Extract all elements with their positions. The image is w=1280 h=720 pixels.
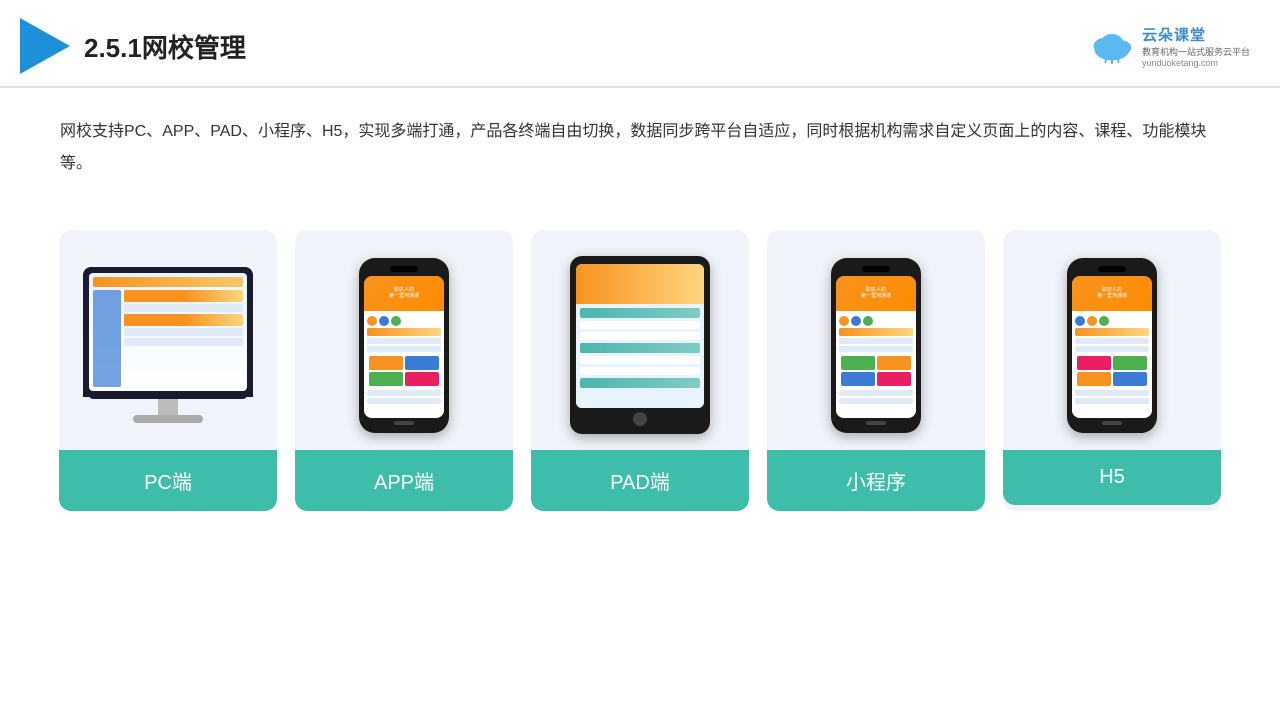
header-left: 2.5.1网校管理 — [20, 18, 246, 74]
pc-monitor-icon — [83, 267, 253, 423]
pc-card-image — [59, 230, 277, 450]
brand-logo: 云朵课堂 教育机构一站式服务云平台 yunduoketang.com — [1088, 24, 1250, 68]
brand-url: yunduoketang.com — [1142, 58, 1218, 68]
app-card-image: 职达人的第一堂沟通课 — [295, 230, 513, 450]
miniprogram-card-image: 职达人的第一堂沟通课 — [767, 230, 985, 450]
header-right: 云朵课堂 教育机构一站式服务云平台 yunduoketang.com — [1088, 24, 1250, 68]
logo-triangle-icon — [20, 18, 70, 74]
pc-card: PC端 — [59, 230, 277, 511]
app-card-label: APP端 — [295, 450, 513, 511]
cards-container: PC端 职达人的第一堂沟通课 — [0, 200, 1280, 511]
description-paragraph: 网校支持PC、APP、PAD、小程序、H5，实现多端打通，产品各终端自由切换，数… — [60, 116, 1220, 180]
app-card: 职达人的第一堂沟通课 — [295, 230, 513, 511]
pc-card-label: PC端 — [59, 450, 277, 511]
h5-card-image: 职达人的第一堂沟通课 — [1003, 230, 1221, 450]
brand-text: 云朵课堂 教育机构一站式服务云平台 yunduoketang.com — [1142, 24, 1250, 68]
pad-card-image — [531, 230, 749, 450]
page-header: 2.5.1网校管理 云朵课堂 教育机构一站式服务云平台 yunduoketang… — [0, 0, 1280, 88]
miniprogram-card-label: 小程序 — [767, 450, 985, 511]
page-title: 2.5.1网校管理 — [84, 28, 246, 65]
app-phone-icon: 职达人的第一堂沟通课 — [359, 258, 449, 433]
h5-card: 职达人的第一堂沟通课 — [1003, 230, 1221, 511]
brand-name: 云朵课堂 — [1142, 24, 1206, 45]
h5-card-label: H5 — [1003, 450, 1221, 505]
pad-card-label: PAD端 — [531, 450, 749, 511]
pad-device-icon — [570, 256, 710, 434]
h5-phone-icon: 职达人的第一堂沟通课 — [1067, 258, 1157, 433]
cloud-logo-icon — [1088, 28, 1136, 64]
description-text: 网校支持PC、APP、PAD、小程序、H5，实现多端打通，产品各终端自由切换，数… — [0, 88, 1280, 190]
pad-card: PAD端 — [531, 230, 749, 511]
miniprogram-card: 职达人的第一堂沟通课 — [767, 230, 985, 511]
miniprogram-phone-icon: 职达人的第一堂沟通课 — [831, 258, 921, 433]
brand-tagline: 教育机构一站式服务云平台 — [1142, 45, 1250, 58]
